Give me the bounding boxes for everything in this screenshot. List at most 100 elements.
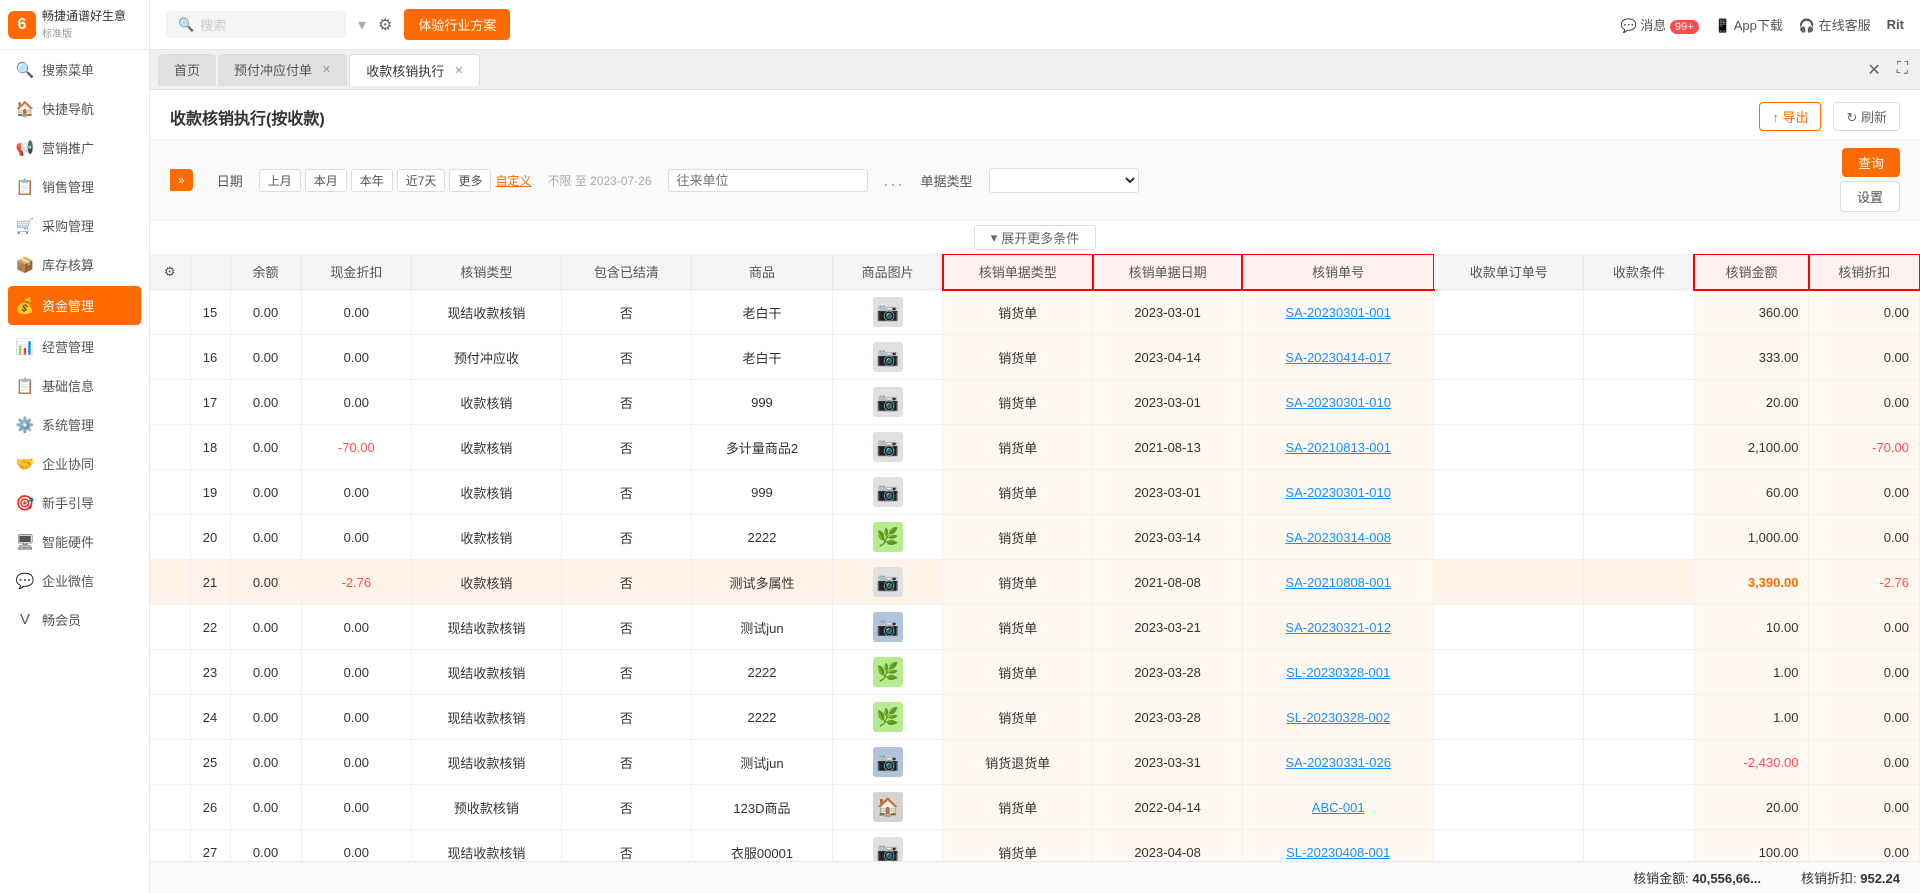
footer-verify-discount: 核销折扣: 952.24 — [1801, 868, 1900, 887]
filter-this-month[interactable]: 本月 — [305, 169, 347, 192]
verify-no-link[interactable]: ABC-001 — [1312, 800, 1365, 815]
export-button[interactable]: ↑ 导出 — [1759, 102, 1821, 131]
verify-type-cell: 现结收款核销 — [412, 740, 562, 785]
filter-more-date[interactable]: 更多 — [449, 169, 491, 192]
included-cleared-cell: 否 — [561, 830, 691, 862]
verify-no-cell[interactable]: SA-20230301-010 — [1242, 380, 1433, 425]
balance-cell: 0.00 — [230, 290, 301, 335]
tab-receipt[interactable]: 收款核销执行 ✕ — [349, 54, 480, 86]
filter-this-year[interactable]: 本年 — [351, 169, 393, 192]
sidebar-item-hardware[interactable]: 🖥 智能硬件 — [0, 522, 149, 561]
seq-cell: 23 — [190, 650, 230, 695]
settings-button[interactable]: 设置 — [1840, 181, 1900, 212]
verify-no-link[interactable]: SA-20230301-001 — [1285, 305, 1391, 320]
verify-type-cell: 现结收款核销 — [412, 605, 562, 650]
partner-input[interactable] — [668, 169, 868, 192]
table-row: 210.00-2.76收款核销否测试多属性📷销货单2021-08-08SA-20… — [150, 560, 1920, 605]
verify-no-cell[interactable]: SA-20210813-001 — [1242, 425, 1433, 470]
industry-button[interactable]: 体验行业方案 — [404, 9, 510, 40]
verify-no-cell[interactable]: SA-20230414-017 — [1242, 335, 1433, 380]
tab-receipt-close[interactable]: ✕ — [454, 64, 463, 77]
receipt-order-no-cell — [1434, 650, 1584, 695]
logo-badge: 标准版 — [42, 25, 126, 40]
verify-no-cell[interactable]: SA-20230321-012 — [1242, 605, 1433, 650]
verify-no-cell[interactable]: SL-20230328-001 — [1242, 650, 1433, 695]
table-row: 160.000.00预付冲应收否老白干📷销货单2023-04-14SA-2023… — [150, 335, 1920, 380]
goods-image: 📷 — [873, 387, 903, 417]
sidebar-item-cooperation[interactable]: 🤝 企业协同 — [0, 444, 149, 483]
verify-no-cell[interactable]: SA-20230301-001 — [1242, 290, 1433, 335]
verify-no-link[interactable]: SL-20230328-002 — [1286, 710, 1390, 725]
verify-no-link[interactable]: SA-20230331-026 — [1285, 755, 1391, 770]
close-window-icon[interactable]: ✕ — [1863, 56, 1884, 84]
verify-no-link[interactable]: SA-20230414-017 — [1285, 350, 1391, 365]
filter-last-7days[interactable]: 近7天 — [397, 169, 446, 192]
verify-voucher-type-cell: 销货单 — [943, 605, 1093, 650]
tab-prepay-close[interactable]: ✕ — [322, 63, 331, 76]
sidebar-item-purchase[interactable]: 🛒 采购管理 — [0, 206, 149, 245]
content-area: 收款核销执行(按收款) ↑ 导出 ↻ 刷新 » 日期 上月 本月 本年 近7天 — [150, 90, 1920, 893]
goods-image: 📷 — [873, 837, 903, 861]
filter-custom-date[interactable]: 自定义 — [495, 172, 531, 189]
purchase-icon: 🛒 — [16, 217, 34, 235]
sidebar-item-sales[interactable]: 📋 销售管理 — [0, 167, 149, 206]
tab-home[interactable]: 首页 — [158, 54, 216, 86]
verify-no-cell[interactable]: SA-20230301-010 — [1242, 470, 1433, 515]
table-header-row: ⚙ 余额 现金折扣 核销类型 包含已结清 商品 商品图片 核销单据类型 核销单据… — [150, 254, 1920, 290]
refresh-button[interactable]: ↻ 刷新 — [1833, 102, 1900, 131]
expand-window-icon[interactable]: ⛶ — [1893, 56, 1912, 84]
filter-expand-button[interactable]: » — [170, 169, 193, 191]
sidebar-item-marketing[interactable]: 📢 营销推广 — [0, 128, 149, 167]
sidebar-item-operation[interactable]: 📊 经营管理 — [0, 327, 149, 366]
filter-last-month[interactable]: 上月 — [259, 169, 301, 192]
verify-no-cell[interactable]: SA-20230331-026 — [1242, 740, 1433, 785]
settings-cell — [150, 605, 190, 650]
col-header-settings[interactable]: ⚙ — [150, 254, 190, 290]
sidebar-item-basic[interactable]: 📋 基础信息 — [0, 366, 149, 405]
expand-more-button[interactable]: ▾ 展开更多条件 — [974, 225, 1097, 250]
receipt-condition-cell — [1584, 650, 1694, 695]
sidebar-item-member[interactable]: V 畅会员 — [0, 600, 149, 639]
verify-amount-cell: 1.00 — [1694, 650, 1809, 695]
verify-discount-cell: 0.00 — [1809, 695, 1920, 740]
verify-amount-cell: 20.00 — [1694, 785, 1809, 830]
verify-no-cell[interactable]: ABC-001 — [1242, 785, 1433, 830]
verify-no-cell[interactable]: SA-20210808-001 — [1242, 560, 1433, 605]
message-icon[interactable]: 💬 消息 99+ — [1620, 15, 1698, 34]
sidebar-item-wechat[interactable]: 💬 企业微信 — [0, 561, 149, 600]
sidebar-item-inventory[interactable]: 📦 库存核算 — [0, 245, 149, 284]
balance-cell: 0.00 — [230, 830, 301, 862]
verify-no-cell[interactable]: SL-20230328-002 — [1242, 695, 1433, 740]
query-button[interactable]: 查询 — [1842, 148, 1900, 177]
message-badge: 99+ — [1670, 20, 1699, 34]
verify-no-cell[interactable]: SL-20230408-001 — [1242, 830, 1433, 862]
verify-no-link[interactable]: SA-20230321-012 — [1285, 620, 1391, 635]
verify-no-link[interactable]: SA-20230301-010 — [1285, 485, 1391, 500]
goods-cell: 2222 — [691, 515, 832, 560]
verify-no-link[interactable]: SL-20230328-001 — [1286, 665, 1390, 680]
verify-no-cell[interactable]: SA-20230314-008 — [1242, 515, 1433, 560]
balance-cell: 0.00 — [230, 785, 301, 830]
verify-discount-cell: 0.00 — [1809, 290, 1920, 335]
verify-amount-cell: 1,000.00 — [1694, 515, 1809, 560]
online-service[interactable]: 🎧 在线客服 — [1799, 15, 1871, 34]
tab-prepay[interactable]: 预付冲应付单 ✕ — [218, 54, 347, 86]
gear-icon[interactable]: ⚙ — [378, 15, 392, 35]
sidebar-item-search[interactable]: 🔍 搜索菜单 — [0, 50, 149, 89]
verify-no-link[interactable]: SA-20230314-008 — [1285, 530, 1391, 545]
user-avatar[interactable]: Rit — [1887, 17, 1904, 32]
verify-type-cell: 收款核销 — [412, 380, 562, 425]
goods-cell: 999 — [691, 380, 832, 425]
sidebar-item-system[interactable]: ⚙️ 系统管理 — [0, 405, 149, 444]
app-download[interactable]: 📱 App下载 — [1715, 15, 1783, 34]
sidebar-item-quick-nav[interactable]: 🏠 快捷导航 — [0, 89, 149, 128]
verify-no-link[interactable]: SL-20230408-001 — [1286, 845, 1390, 860]
goods-image: 📷 — [873, 612, 903, 642]
verify-no-link[interactable]: SA-20210813-001 — [1285, 440, 1391, 455]
sidebar-item-label: 销售管理 — [42, 177, 94, 196]
verify-no-link[interactable]: SA-20210808-001 — [1285, 575, 1391, 590]
voucher-type-select[interactable] — [989, 168, 1139, 193]
sidebar-item-newbie[interactable]: 🎯 新手引导 — [0, 483, 149, 522]
sidebar-item-finance[interactable]: 💰 资金管理 — [8, 286, 141, 325]
verify-no-link[interactable]: SA-20230301-010 — [1285, 395, 1391, 410]
